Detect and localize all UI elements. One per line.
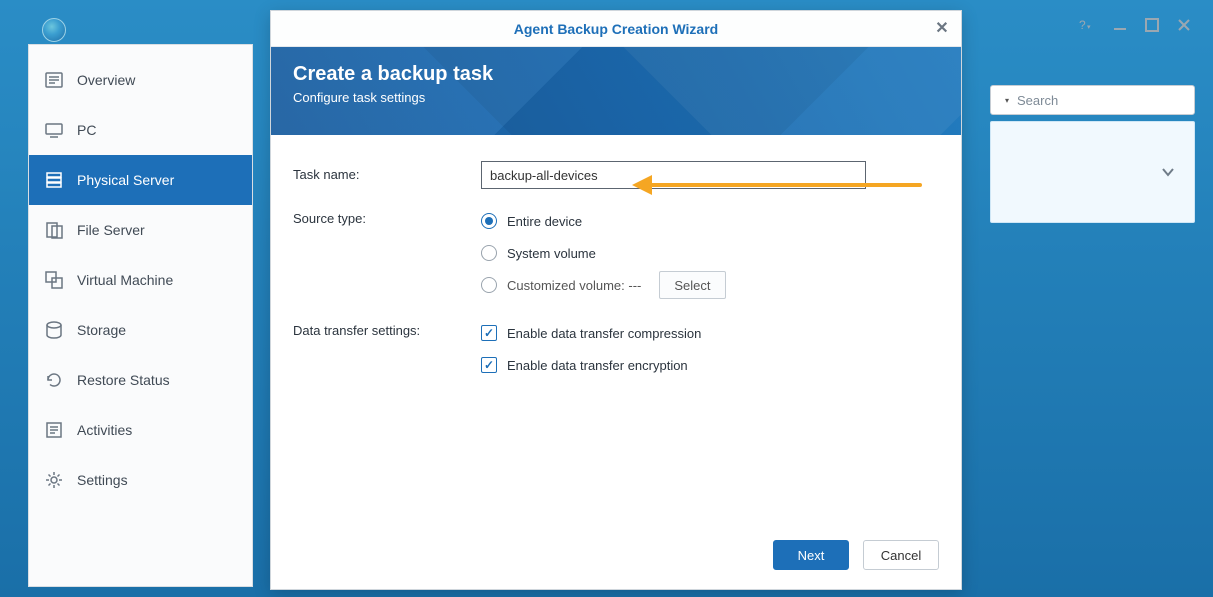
sidebar-item-label: Virtual Machine — [77, 272, 173, 288]
checkbox-encryption[interactable] — [481, 357, 497, 373]
checkbox-encryption-label: Enable data transfer encryption — [507, 358, 688, 373]
overview-icon — [43, 69, 65, 91]
sidebar-item-label: Physical Server — [77, 172, 174, 188]
select-volume-button[interactable]: Select — [659, 271, 725, 299]
radio-customized-volume[interactable] — [481, 277, 497, 293]
gear-icon — [43, 469, 65, 491]
radio-customized-volume-label: Customized volume: --- — [507, 278, 641, 293]
cancel-button[interactable]: Cancel — [863, 540, 939, 570]
sidebar-item-virtual-machine[interactable]: Virtual Machine — [29, 255, 252, 305]
sidebar-item-label: PC — [77, 122, 96, 138]
search-input-container[interactable]: ▾ — [990, 85, 1195, 115]
checkbox-compression[interactable] — [481, 325, 497, 341]
wizard-dialog: Agent Backup Creation Wizard ✕ Create a … — [270, 10, 962, 590]
radio-system-volume-label: System volume — [507, 246, 596, 261]
svg-text:?: ? — [1079, 18, 1086, 32]
vm-icon — [43, 269, 65, 291]
close-icon[interactable]: ✕ — [933, 19, 951, 37]
app-logo-icon[interactable] — [42, 18, 66, 42]
wizard-title-text: Agent Backup Creation Wizard — [514, 21, 718, 37]
chevron-down-icon[interactable] — [1160, 164, 1176, 183]
checkbox-compression-label: Enable data transfer compression — [507, 326, 701, 341]
help-icon[interactable]: ?▾ — [1079, 18, 1095, 32]
sidebar-item-restore-status[interactable]: Restore Status — [29, 355, 252, 405]
radio-entire-device-label: Entire device — [507, 214, 582, 229]
sidebar: Overview PC Physical Server File Server … — [28, 44, 253, 587]
sidebar-item-activities[interactable]: Activities — [29, 405, 252, 455]
search-input[interactable] — [1015, 86, 1195, 114]
sidebar-item-label: Overview — [77, 72, 135, 88]
sidebar-item-file-server[interactable]: File Server — [29, 205, 252, 255]
sidebar-item-overview[interactable]: Overview — [29, 55, 252, 105]
server-icon — [43, 169, 65, 191]
sidebar-item-settings[interactable]: Settings — [29, 455, 252, 505]
transfer-settings-label: Data transfer settings: — [293, 317, 481, 338]
task-name-input[interactable] — [481, 161, 866, 189]
wizard-hero-title: Create a backup task — [293, 63, 939, 86]
activities-icon — [43, 419, 65, 441]
side-info-panel — [990, 121, 1195, 223]
wizard-title-bar: Agent Backup Creation Wizard ✕ — [271, 11, 961, 47]
sidebar-item-storage[interactable]: Storage — [29, 305, 252, 355]
sidebar-item-label: Activities — [77, 422, 132, 438]
close-icon[interactable] — [1177, 18, 1191, 32]
pc-icon — [43, 119, 65, 141]
minimize-icon[interactable] — [1113, 18, 1127, 32]
sidebar-item-label: Storage — [77, 322, 126, 338]
storage-icon — [43, 319, 65, 341]
maximize-icon[interactable] — [1145, 18, 1159, 32]
source-type-label: Source type: — [293, 205, 481, 226]
radio-entire-device[interactable] — [481, 213, 497, 229]
sidebar-item-physical-server[interactable]: Physical Server — [29, 155, 252, 205]
svg-text:▾: ▾ — [1087, 24, 1091, 31]
sidebar-item-label: File Server — [77, 222, 145, 238]
sidebar-item-pc[interactable]: PC — [29, 105, 252, 155]
sidebar-item-label: Restore Status — [77, 372, 170, 388]
file-server-icon — [43, 219, 65, 241]
wizard-hero: Create a backup task Configure task sett… — [271, 47, 961, 135]
sidebar-item-label: Settings — [77, 472, 128, 488]
wizard-hero-subtitle: Configure task settings — [293, 90, 939, 105]
radio-system-volume[interactable] — [481, 245, 497, 261]
next-button[interactable]: Next — [773, 540, 849, 570]
search-dropdown-icon[interactable]: ▾ — [1005, 96, 1009, 105]
restore-icon — [43, 369, 65, 391]
task-name-label: Task name: — [293, 161, 481, 182]
